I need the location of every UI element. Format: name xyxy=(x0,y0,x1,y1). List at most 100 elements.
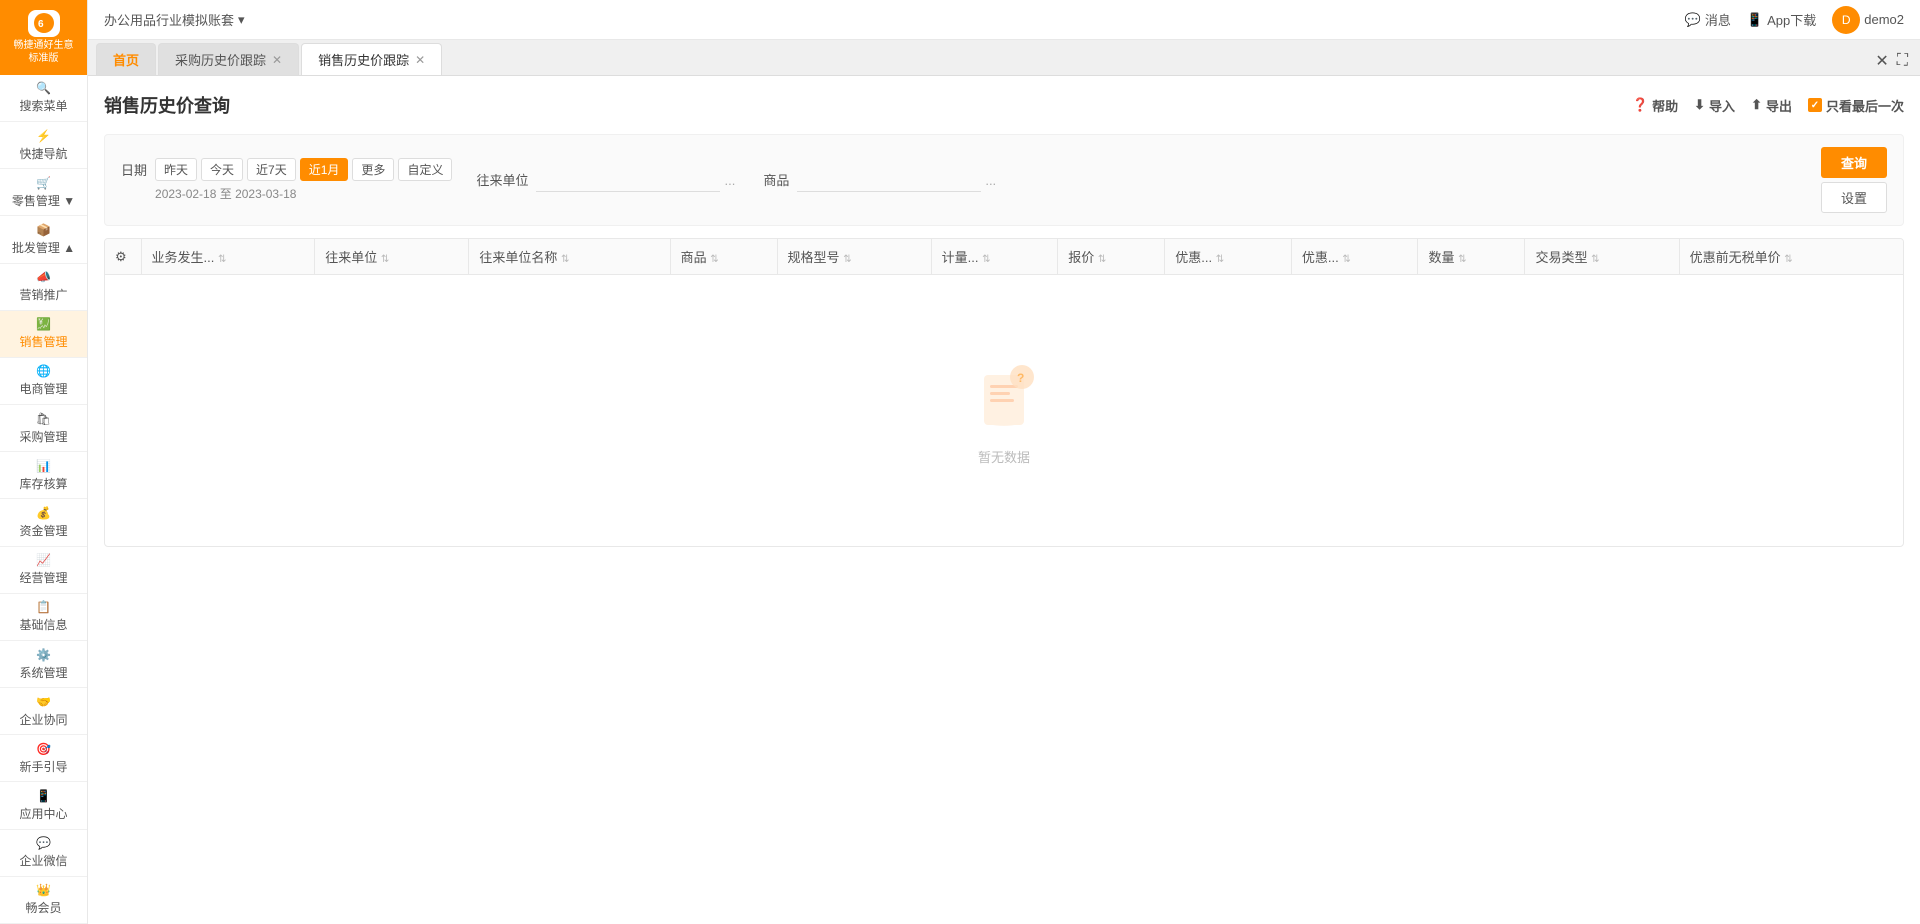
help-btn[interactable]: ❓ 帮助 xyxy=(1632,96,1678,115)
settings-gear-icon[interactable]: ⚙ xyxy=(115,249,127,264)
date-filter-group: 日期 昨天 今天 近7天 近1月 更多 自定义 2023-02-18 至 202… xyxy=(121,158,452,202)
tab-purchase-history[interactable]: 采购历史价跟踪 ✕ xyxy=(158,43,299,75)
sidebar-item-app-center[interactable]: 📱 应用中心 xyxy=(0,782,87,829)
member-icon: 👑 xyxy=(36,883,51,897)
th-qty[interactable]: 数量 ⇅ xyxy=(1418,239,1525,275)
sidebar-item-purchase[interactable]: 🛍 采购管理 xyxy=(0,405,87,452)
system-icon: ⚙️ xyxy=(36,648,51,662)
sidebar-item-member[interactable]: 👑 畅会员 xyxy=(0,877,87,924)
maximize-btn[interactable]: ⛶ xyxy=(1897,52,1908,70)
only-last-checkbox[interactable]: ✓ 只看最后一次 xyxy=(1808,96,1904,115)
sidebar-item-label: 营销推广 xyxy=(19,286,67,303)
sidebar-item-inventory[interactable]: 📊 库存核算 xyxy=(0,452,87,499)
page-actions: ❓ 帮助 ⬇ 导入 ⬆ 导出 ✓ 只看最后一次 xyxy=(1632,96,1904,115)
app-download-btn[interactable]: 📱 App下载 xyxy=(1747,10,1816,29)
sidebar-item-label: 企业微信 xyxy=(19,852,67,869)
th-product[interactable]: 商品 ⇅ xyxy=(670,239,777,275)
product-label: 商品 xyxy=(763,168,789,189)
sidebar-item-guide[interactable]: 🎯 新手引导 xyxy=(0,735,87,782)
sidebar-item-system[interactable]: ⚙️ 系统管理 xyxy=(0,641,87,688)
sidebar-item-sales-mgmt[interactable]: 💹 销售管理 xyxy=(0,311,87,358)
sort-arrows-icon: ⇅ xyxy=(982,254,990,265)
user-name: demo2 xyxy=(1864,12,1904,27)
from-unit-input[interactable] xyxy=(536,168,720,192)
sort-arrows-icon: ⇅ xyxy=(843,254,851,265)
help-label: 帮助 xyxy=(1652,96,1678,115)
th-price[interactable]: 报价 ⇅ xyxy=(1058,239,1165,275)
product-input[interactable] xyxy=(797,168,981,192)
date-btn-7days[interactable]: 近7天 xyxy=(247,158,296,181)
th-pretax-price[interactable]: 优惠前无税单价 ⇅ xyxy=(1679,239,1903,275)
help-icon: ❓ xyxy=(1632,97,1648,113)
date-btn-yesterday[interactable]: 昨天 xyxy=(155,158,197,181)
empty-text: 暂无数据 xyxy=(978,447,1030,466)
message-btn[interactable]: 💬 消息 xyxy=(1685,10,1731,29)
sidebar-item-wholesale-mgmt[interactable]: 📦 批发管理 ▲ xyxy=(0,216,87,263)
sidebar-item-finance[interactable]: 💰 资金管理 xyxy=(0,499,87,546)
th-unit-name[interactable]: 往来单位名称 ⇅ xyxy=(469,239,670,275)
sort-arrows-icon: ⇅ xyxy=(1342,254,1350,265)
from-unit-input-wrap: ... xyxy=(536,168,739,192)
checkbox-icon: ✓ xyxy=(1808,98,1822,112)
sidebar-item-marketing[interactable]: 📣 营销推广 xyxy=(0,264,87,311)
sidebar-item-quick-nav[interactable]: ⚡ 快捷导航 xyxy=(0,122,87,169)
th-discount1[interactable]: 优惠... ⇅ xyxy=(1165,239,1292,275)
sort-arrows-icon: ⇅ xyxy=(1458,254,1466,265)
sidebar-item-operations[interactable]: 📈 经营管理 xyxy=(0,547,87,594)
query-button[interactable]: 查询 xyxy=(1821,147,1887,178)
message-label: 消息 xyxy=(1705,10,1731,29)
th-spec[interactable]: 规格型号 ⇅ xyxy=(777,239,931,275)
settings-button[interactable]: 设置 xyxy=(1821,182,1887,213)
sidebar-item-search-menu[interactable]: 🔍 搜索菜单 xyxy=(0,75,87,122)
export-btn[interactable]: ⬆ 导出 xyxy=(1751,96,1792,115)
import-btn[interactable]: ⬇ 导入 xyxy=(1694,96,1735,115)
from-unit-filter-group: 往来单位 ... xyxy=(476,168,739,192)
date-btn-custom[interactable]: 自定义 xyxy=(398,158,452,181)
date-btn-1month[interactable]: 近1月 xyxy=(300,158,349,181)
dropdown-arrow-icon: ▾ xyxy=(238,12,245,28)
product-dots[interactable]: ... xyxy=(981,173,1000,188)
from-unit-dots[interactable]: ... xyxy=(720,173,739,188)
tab-purchase-close-icon[interactable]: ✕ xyxy=(272,53,282,67)
topbar: 办公用品行业模拟账套 ▾ 💬 消息 📱 App下载 D demo2 xyxy=(88,0,1920,40)
basic-icon: 📋 xyxy=(36,600,51,614)
inventory-icon: 📊 xyxy=(36,459,51,473)
th-trade-type-label: 交易类型 xyxy=(1535,250,1587,265)
import-label: 导入 xyxy=(1709,96,1735,115)
tab-sales-history[interactable]: 销售历史价跟踪 ✕ xyxy=(301,43,442,75)
phone-icon: 📱 xyxy=(1747,12,1763,28)
table-body: ? 暂无数据 xyxy=(105,275,1903,547)
tab-home[interactable]: 首页 xyxy=(96,43,156,75)
sidebar-item-wechat[interactable]: 💬 企业微信 xyxy=(0,830,87,877)
th-discount2[interactable]: 优惠... ⇅ xyxy=(1291,239,1418,275)
sidebar-item-enterprise[interactable]: 🤝 企业协同 xyxy=(0,688,87,735)
tab-sales-close-icon[interactable]: ✕ xyxy=(415,53,425,67)
message-icon: 💬 xyxy=(1685,12,1701,28)
purchase-icon: 🛍 xyxy=(36,412,51,426)
sidebar-item-label: 新手引导 xyxy=(19,758,67,775)
filter-btn-group: 查询 设置 xyxy=(1821,147,1887,213)
sidebar-item-ecommerce[interactable]: 🌐 电商管理 xyxy=(0,358,87,405)
enterprise-icon: 🤝 xyxy=(36,695,51,709)
marketing-icon: 📣 xyxy=(36,270,51,284)
tab-home-label: 首页 xyxy=(113,50,139,69)
sidebar-item-basic-info[interactable]: 📋 基础信息 xyxy=(0,594,87,641)
sidebar-item-retail-mgmt[interactable]: 🛒 零售管理 ▼ xyxy=(0,169,87,216)
topbar-right: 💬 消息 📱 App下载 D demo2 xyxy=(1685,6,1904,34)
date-range-display: 2023-02-18 至 2023-03-18 xyxy=(155,185,452,202)
th-biz-date[interactable]: 业务发生... ⇅ xyxy=(141,239,315,275)
tab-purchase-label: 采购历史价跟踪 xyxy=(175,50,266,69)
ecommerce-icon: 🌐 xyxy=(36,364,51,378)
company-name: 办公用品行业模拟账套 xyxy=(104,10,234,29)
th-unit[interactable]: 计量... ⇅ xyxy=(931,239,1058,275)
th-trade-type[interactable]: 交易类型 ⇅ xyxy=(1525,239,1679,275)
date-btn-today[interactable]: 今天 xyxy=(201,158,243,181)
th-unit-code[interactable]: 往来单位 ⇅ xyxy=(315,239,469,275)
close-window-btn[interactable]: ✕ xyxy=(1875,51,1888,71)
main-area: 办公用品行业模拟账套 ▾ 💬 消息 📱 App下载 D demo2 首页 采购历… xyxy=(88,0,1920,924)
user-profile[interactable]: D demo2 xyxy=(1832,6,1904,34)
th-settings[interactable]: ⚙ xyxy=(105,239,141,275)
company-dropdown[interactable]: 办公用品行业模拟账套 ▾ xyxy=(104,10,245,29)
date-btn-more[interactable]: 更多 xyxy=(352,158,394,181)
sort-arrows-icon: ⇅ xyxy=(561,254,569,265)
